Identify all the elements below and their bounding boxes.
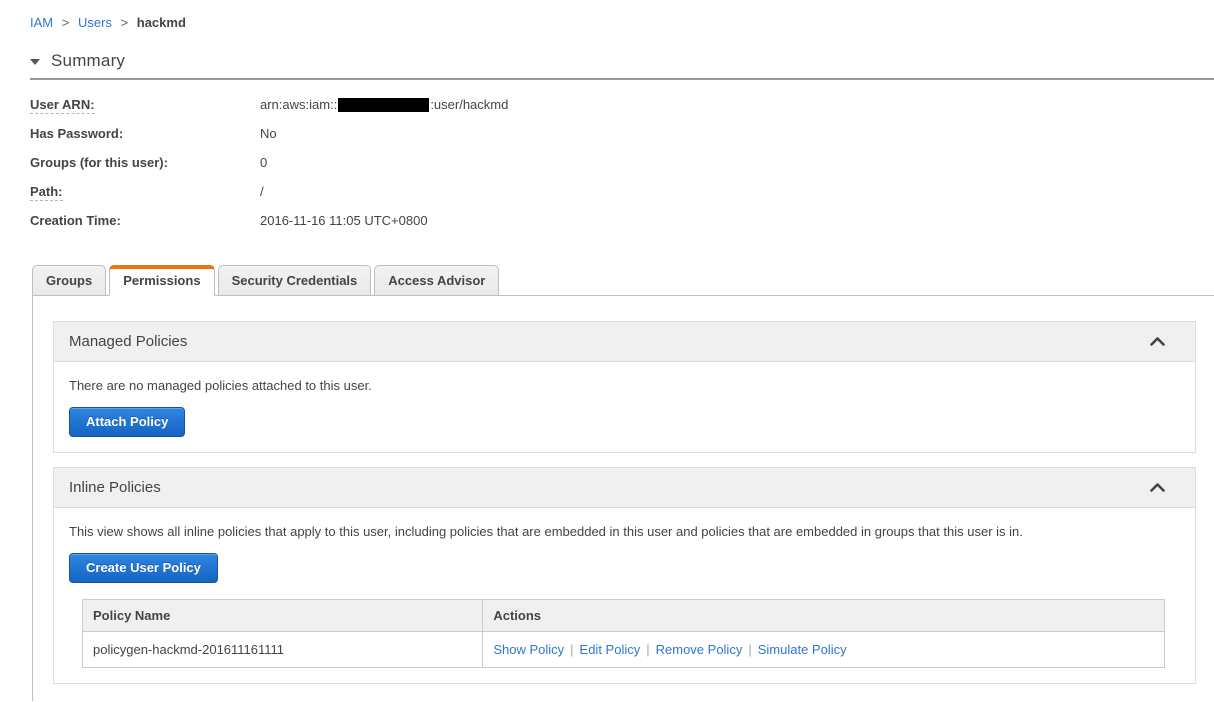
- managed-policies-body: There are no managed policies attached t…: [54, 362, 1195, 452]
- summary-header[interactable]: Summary: [30, 51, 1214, 71]
- summary-fields: User ARN: arn:aws:iam:::user/hackmd Has …: [30, 97, 1214, 228]
- action-separator: |: [646, 642, 650, 657]
- tab-security-credentials[interactable]: Security Credentials: [217, 265, 372, 296]
- path-value: /: [260, 184, 264, 199]
- managed-policies-empty-text: There are no managed policies attached t…: [69, 378, 372, 393]
- managed-policies-section: Managed Policies There are no managed po…: [53, 321, 1196, 453]
- field-has-password: Has Password: No: [30, 126, 1214, 141]
- inline-policies-body: This view shows all inline policies that…: [54, 508, 1195, 683]
- tab-bar: Groups Permissions Security Credentials …: [0, 265, 1214, 296]
- field-path: Path: /: [30, 184, 1214, 201]
- tab-groups[interactable]: Groups: [32, 265, 107, 296]
- user-arn-value: arn:aws:iam:::user/hackmd: [260, 97, 509, 112]
- tab-permissions[interactable]: Permissions: [109, 265, 215, 296]
- table-row: policygen-hackmd-201611161111 Show Polic…: [81, 631, 1165, 668]
- breadcrumb: IAM > Users > hackmd: [0, 0, 1214, 30]
- inline-policies-header[interactable]: Inline Policies: [54, 468, 1195, 508]
- breadcrumb-link-users[interactable]: Users: [78, 15, 112, 30]
- field-groups: Groups (for this user): 0: [30, 155, 1214, 170]
- user-arn-label: User ARN:: [30, 97, 95, 114]
- summary-title: Summary: [51, 51, 126, 70]
- field-user-arn: User ARN: arn:aws:iam:::user/hackmd: [30, 97, 1214, 114]
- attach-policy-button[interactable]: Attach Policy: [69, 407, 186, 437]
- action-separator: |: [748, 642, 752, 657]
- table-header-row: Policy Name Actions: [81, 599, 1165, 632]
- breadcrumb-separator: >: [61, 15, 70, 30]
- redacted-account-id: [338, 98, 430, 112]
- field-creation-time: Creation Time: 2016-11-16 11:05 UTC+0800: [30, 213, 1214, 228]
- show-policy-link[interactable]: Show Policy: [493, 642, 564, 657]
- summary-divider: [30, 78, 1214, 80]
- policy-actions-cell: Show Policy | Edit Policy | Remove Policy | Si…: [482, 631, 1165, 668]
- managed-policies-title: Managed Policies: [69, 333, 188, 350]
- tab-access-advisor[interactable]: Access Advisor: [374, 265, 500, 296]
- action-separator: |: [570, 642, 574, 657]
- policy-name-column-header: Policy Name: [81, 599, 484, 632]
- collapse-chevron-icon[interactable]: [1150, 337, 1165, 346]
- edit-policy-link[interactable]: Edit Policy: [580, 642, 641, 657]
- path-label: Path:: [30, 184, 63, 201]
- collapse-chevron-icon[interactable]: [1150, 483, 1165, 492]
- creation-time-value: 2016-11-16 11:05 UTC+0800: [260, 213, 428, 228]
- has-password-label: Has Password:: [30, 126, 124, 141]
- policy-name-cell: policygen-hackmd-201611161111: [81, 631, 484, 668]
- create-user-policy-button[interactable]: Create User Policy: [69, 553, 218, 583]
- inline-policies-table: Policy Name Actions policygen-hackmd-201…: [81, 599, 1165, 668]
- remove-policy-link[interactable]: Remove Policy: [656, 642, 743, 657]
- has-password-value: No: [260, 126, 277, 141]
- inline-policies-title: Inline Policies: [69, 479, 161, 496]
- groups-label: Groups (for this user):: [30, 155, 168, 170]
- permissions-tab-panel: Managed Policies There are no managed po…: [32, 295, 1214, 701]
- inline-policies-description: This view shows all inline policies that…: [69, 524, 1023, 539]
- breadcrumb-link-iam[interactable]: IAM: [30, 15, 53, 30]
- creation-time-label: Creation Time:: [30, 213, 121, 228]
- inline-policies-section: Inline Policies This view shows all inli…: [53, 467, 1196, 684]
- breadcrumb-separator: >: [120, 15, 129, 30]
- breadcrumb-current-user: hackmd: [136, 15, 186, 30]
- groups-value: 0: [260, 155, 268, 170]
- managed-policies-header[interactable]: Managed Policies: [54, 322, 1195, 362]
- actions-column-header: Actions: [482, 599, 1165, 632]
- collapse-triangle-icon[interactable]: [30, 59, 40, 65]
- simulate-policy-link[interactable]: Simulate Policy: [758, 642, 847, 657]
